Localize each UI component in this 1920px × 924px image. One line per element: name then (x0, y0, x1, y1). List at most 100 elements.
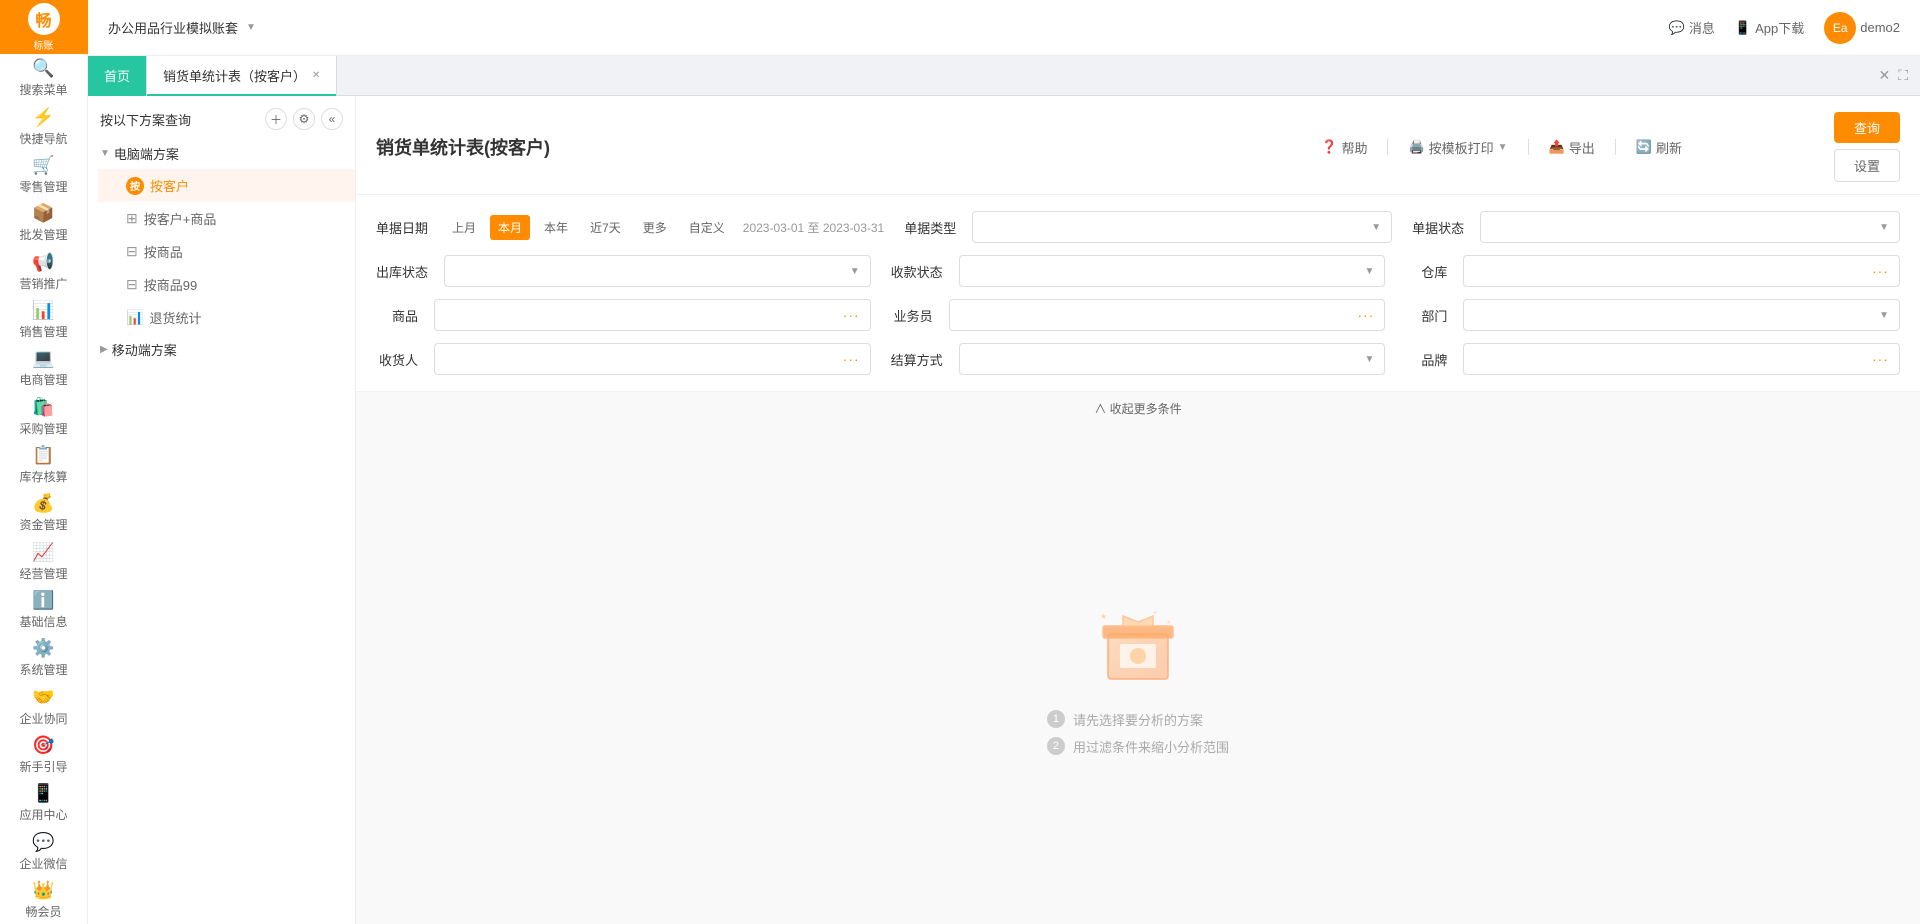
download-icon: 📱 (1735, 20, 1751, 36)
export-btn[interactable]: 📤 导出 (1541, 134, 1603, 161)
date-btn-more[interactable]: 更多 (635, 215, 675, 240)
page-header: 销货单统计表(按客户) ❓ 帮助 🖨️ 按模板打印 ▼ 📤 (356, 96, 1920, 195)
date-label: 单据日期 (376, 218, 436, 237)
settings-scheme-btn[interactable]: ⚙ (293, 108, 315, 130)
print-dropdown-icon: ▼ (1498, 142, 1508, 153)
sidebar-item-ecommerce[interactable]: 💻 电商管理 (0, 344, 88, 392)
scheme-group-pc-header[interactable]: ▼ 电脑端方案 (88, 138, 355, 169)
product-select[interactable]: ··· (434, 299, 871, 331)
user-profile[interactable]: Ea demo2 (1824, 12, 1900, 44)
sidebar-logo[interactable]: 畅 标账 (0, 0, 88, 54)
ship-status-label: 出库状态 (376, 262, 436, 281)
sidebar-item-app-center[interactable]: 📱 应用中心 (0, 779, 88, 827)
filter-salesperson-item: 业务员 ··· (891, 299, 1386, 331)
department-select[interactable]: ▼ (1463, 299, 1900, 331)
salesperson-dots: ··· (1357, 307, 1374, 323)
warehouse-dots: ··· (1872, 263, 1889, 279)
help-icon: ❓ (1321, 139, 1337, 155)
svg-text:★: ★ (1153, 610, 1158, 616)
payment-status-select[interactable]: ▼ (959, 255, 1386, 287)
by-product-99-icon: ⊟ (126, 276, 138, 293)
settings-btn[interactable]: 设置 (1834, 149, 1900, 182)
scheme-group-mobile-label: 移动端方案 (112, 340, 177, 359)
wholesale-icon: 📦 (32, 203, 54, 224)
sidebar-item-system[interactable]: ⚙️ 系统管理 (0, 634, 88, 682)
date-btn-last-month[interactable]: 上月 (444, 215, 484, 240)
filter-payment-item: 收款状态 ▼ (891, 255, 1386, 287)
date-btn-this-year[interactable]: 本年 (536, 215, 576, 240)
fullscreen-icon[interactable]: ⛶ (1898, 67, 1908, 84)
app-download-btn[interactable]: 📱 App下载 (1735, 18, 1804, 37)
sidebar-item-finance[interactable]: 💰 资金管理 (0, 489, 88, 537)
sidebar-item-guide[interactable]: 🎯 新手引导 (0, 731, 88, 779)
scheme-item-by-customer-product[interactable]: ⊞ 按客户+商品 (98, 202, 355, 235)
scheme-item-by-product-99[interactable]: ⊟ 按商品99 (98, 268, 355, 301)
message-btn[interactable]: 💬 消息 (1669, 18, 1715, 37)
top-header: 办公用品行业模拟账套 ▼ 💬 消息 📱 App下载 Ea demo2 (88, 0, 1920, 56)
date-options: 上月 本月 本年 近7天 更多 自定义 2023-03-01 至 2023-03… (444, 215, 884, 240)
tab-sales-stat[interactable]: 销货单统计表（按客户） ✕ (147, 56, 337, 96)
refresh-btn[interactable]: 🔄 刷新 (1628, 134, 1690, 161)
sidebar-item-sales[interactable]: 📊 销售管理 (0, 296, 88, 344)
tab-close-icon[interactable]: ✕ (312, 70, 320, 81)
salesperson-select[interactable]: ··· (949, 299, 1386, 331)
fullscreen-controls: ✕ ⛶ (1866, 67, 1920, 84)
receiver-dots: ··· (843, 351, 860, 367)
scheme-item-by-customer[interactable]: 按 按客户 (98, 169, 355, 202)
date-btn-custom[interactable]: 自定义 (681, 215, 733, 240)
by-customer-icon: 按 (126, 177, 144, 195)
tab-home[interactable]: 首页 (88, 56, 147, 96)
sidebar-item-basic-info[interactable]: ℹ️ 基础信息 (0, 586, 88, 634)
sidebar-item-enterprise[interactable]: 🤝 企业协同 (0, 682, 88, 730)
header-right: 💬 消息 📱 App下载 Ea demo2 (1669, 12, 1900, 44)
filter-order-type-item: 单据类型 ▼ (904, 211, 1392, 243)
help-btn[interactable]: ❓ 帮助 (1313, 134, 1375, 161)
ship-status-select[interactable]: ▼ (444, 255, 871, 287)
filter-department-item: 部门 ▼ (1405, 299, 1900, 331)
template-print-btn[interactable]: 🖨️ 按模板打印 ▼ (1400, 134, 1515, 161)
filter-date-item: 单据日期 上月 本月 本年 近7天 更多 自定义 2023-03-01 至 20… (376, 215, 884, 240)
main-wrapper: 办公用品行业模拟账套 ▼ 💬 消息 📱 App下载 Ea demo2 首页 销货… (88, 0, 1920, 924)
left-panel: 按以下方案查询 ＋ ⚙ « ▼ 电脑端方案 按 按客户 (88, 96, 356, 924)
filter-product-item: 商品 ··· (376, 299, 871, 331)
sidebar-item-quick-nav[interactable]: ⚡ 快捷导航 (0, 102, 88, 150)
date-btn-this-month[interactable]: 本月 (490, 215, 530, 240)
svg-text:★: ★ (1100, 612, 1107, 621)
brand-label: 品牌 (1405, 350, 1455, 369)
order-type-select[interactable]: ▼ (972, 211, 1392, 243)
payment-status-label: 收款状态 (891, 262, 951, 281)
sidebar-item-retail[interactable]: 🛒 零售管理 (0, 151, 88, 199)
order-status-select[interactable]: ▼ (1480, 211, 1900, 243)
empty-tip-2: 2 用过滤条件来缩小分析范围 (1047, 737, 1229, 756)
receiver-select[interactable]: ··· (434, 343, 871, 375)
collapse-panel-btn[interactable]: « (321, 108, 343, 130)
order-status-label: 单据状态 (1412, 218, 1472, 237)
scheme-item-by-product[interactable]: ⊟ 按商品 (98, 235, 355, 268)
collapse-bar[interactable]: ∧ 收起更多条件 (356, 391, 1920, 425)
brand-select[interactable]: ··· (1463, 343, 1900, 375)
sidebar-item-operations[interactable]: 📈 经营管理 (0, 537, 88, 585)
sidebar-item-search[interactable]: 🔍 搜索菜单 (0, 54, 88, 102)
filter-row-1: 单据日期 上月 本月 本年 近7天 更多 自定义 2023-03-01 至 20… (376, 211, 1900, 243)
scheme-item-return-stat[interactable]: 📊 退货统计 (98, 301, 355, 334)
warehouse-select[interactable]: ··· (1463, 255, 1900, 287)
empty-tips: 1 请先选择要分析的方案 2 用过滤条件来缩小分析范围 (1047, 710, 1229, 756)
panel-header-actions: ＋ ⚙ « (265, 108, 343, 130)
sidebar-item-inventory[interactable]: 📋 库存核算 (0, 441, 88, 489)
settlement-select[interactable]: ▼ (959, 343, 1386, 375)
sidebar-item-wechat[interactable]: 💬 企业微信 (0, 827, 88, 875)
sidebar-item-purchase[interactable]: 🛍️ 采购管理 (0, 392, 88, 440)
filter-warehouse-item: 仓库 ··· (1405, 255, 1900, 287)
date-btn-7days[interactable]: 近7天 (582, 215, 629, 240)
sidebar-item-marketing[interactable]: 📢 营销推广 (0, 247, 88, 295)
logo-icon: 畅 (28, 3, 60, 35)
app-center-icon: 📱 (32, 783, 54, 804)
sidebar-item-member[interactable]: 👑 畅会员 (0, 876, 88, 924)
app-title-dropdown[interactable]: ▼ (246, 22, 256, 33)
query-btn[interactable]: 查询 (1834, 112, 1900, 143)
sidebar-item-wholesale[interactable]: 📦 批发管理 (0, 199, 88, 247)
print-icon: 🖨️ (1408, 139, 1424, 155)
add-scheme-btn[interactable]: ＋ (265, 108, 287, 130)
close-window-icon[interactable]: ✕ (1878, 67, 1890, 84)
scheme-group-mobile-header[interactable]: ▶ 移动端方案 (88, 334, 355, 365)
